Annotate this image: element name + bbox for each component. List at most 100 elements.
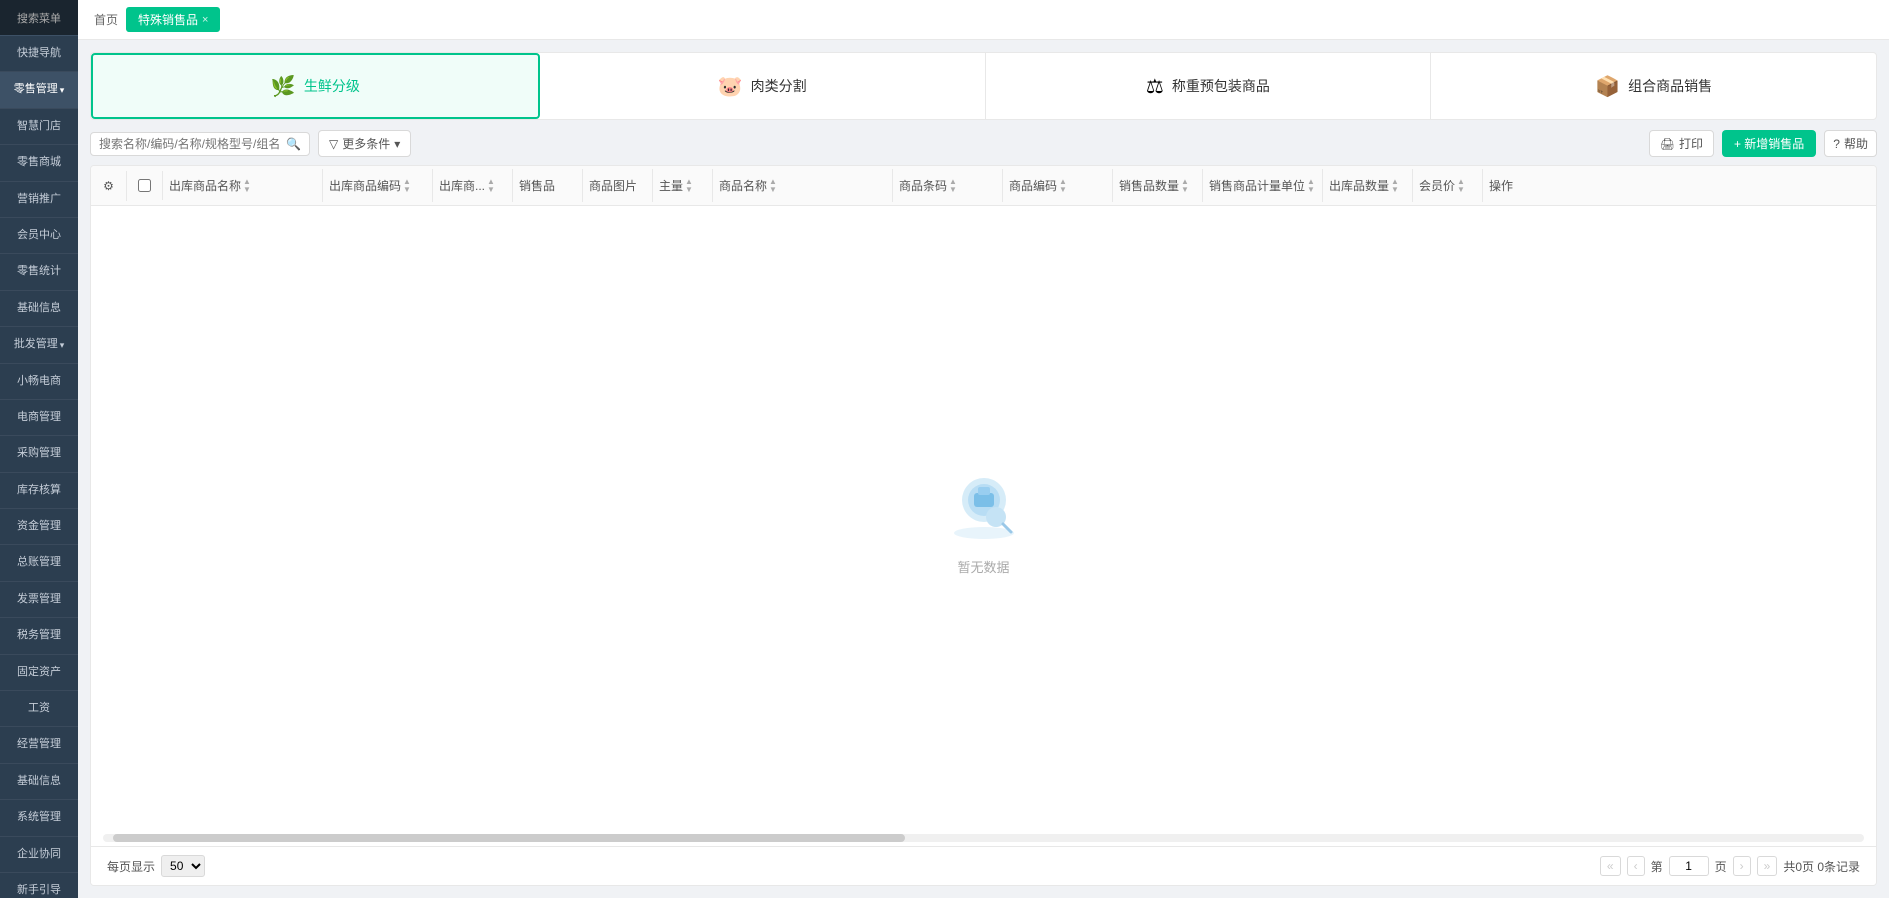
sidebar-item-quick-nav[interactable]: 快捷导航 bbox=[0, 36, 78, 72]
th-product-barcode: 商品条码 ▲▼ bbox=[893, 169, 1003, 202]
search-input[interactable] bbox=[99, 137, 282, 151]
empty-data-icon bbox=[944, 465, 1024, 545]
sidebar-item-retail-mall[interactable]: 零售商城 bbox=[0, 145, 78, 181]
category-tab-combo-product[interactable]: 📦 组合商品销售 bbox=[1431, 53, 1876, 119]
sidebar-item-label: 智慧门店 bbox=[17, 120, 61, 132]
sort-arrows-icon[interactable]: ▲▼ bbox=[685, 178, 693, 194]
print-button[interactable]: 🖨 打印 bbox=[1649, 130, 1714, 157]
empty-state: 暂无数据 bbox=[91, 206, 1876, 834]
pagination-right: « ‹ 第 页 › » 共0页 0条记录 bbox=[1600, 856, 1860, 876]
sidebar-item-label: 采购管理 bbox=[17, 447, 61, 459]
sort-arrows-icon[interactable]: ▲▼ bbox=[769, 178, 777, 194]
combo-product-icon: 📦 bbox=[1595, 74, 1620, 99]
search-icon: 🔍 bbox=[286, 137, 301, 151]
add-sales-product-button[interactable]: + 新增销售品 bbox=[1722, 130, 1816, 157]
sidebar-item-retail-stats[interactable]: 零售统计 bbox=[0, 254, 78, 290]
sidebar-item-mini-ecom[interactable]: 小畅电商 bbox=[0, 364, 78, 400]
th-main: 主量 ▲▼ bbox=[653, 169, 713, 202]
th-member-price: 会员价 ▲▼ bbox=[1413, 169, 1483, 202]
sort-arrows-icon[interactable]: ▲▼ bbox=[1307, 178, 1315, 194]
sidebar-item-fixed-assets[interactable]: 固定资产 bbox=[0, 655, 78, 691]
print-icon: 🖨 bbox=[1660, 137, 1675, 151]
sort-arrows-icon[interactable]: ▲▼ bbox=[487, 178, 495, 194]
next-page-button[interactable]: › bbox=[1733, 856, 1751, 876]
th-sale-product: 销售品 bbox=[513, 169, 583, 202]
sidebar-item-member-center[interactable]: 会员中心 bbox=[0, 218, 78, 254]
th-operation: 操作 bbox=[1483, 169, 1543, 202]
sidebar-item-label: 发票管理 bbox=[17, 593, 61, 605]
special-sales-tab[interactable]: 特殊销售品 × bbox=[126, 7, 220, 32]
th-out-product-code: 出库商品编码 ▲▼ bbox=[323, 169, 433, 202]
sidebar-item-label: 企业协同 bbox=[17, 848, 61, 860]
topbar: 首页 特殊销售品 × bbox=[78, 0, 1889, 40]
sort-arrows-icon[interactable]: ▲▼ bbox=[1457, 178, 1465, 194]
page-size-label: 每页显示 bbox=[107, 858, 155, 875]
first-page-button[interactable]: « bbox=[1600, 856, 1621, 876]
sort-arrows-icon[interactable]: ▲▼ bbox=[243, 178, 251, 194]
sidebar-item-label: 快捷导航 bbox=[17, 47, 61, 59]
toolbar-right: 🖨 打印 + 新增销售品 ? 帮助 bbox=[1649, 130, 1877, 157]
sidebar-logo[interactable]: 搜索菜单 bbox=[0, 0, 78, 36]
sidebar-item-inventory[interactable]: 库存核算 bbox=[0, 473, 78, 509]
sidebar-item-enterprise[interactable]: 企业协同 bbox=[0, 837, 78, 873]
sidebar-item-finance[interactable]: 资金管理 bbox=[0, 509, 78, 545]
horizontal-scrollbar[interactable] bbox=[103, 834, 1864, 842]
last-page-button[interactable]: » bbox=[1757, 856, 1778, 876]
sidebar-item-label: 基础信息 bbox=[17, 775, 61, 787]
sidebar-item-label: 零售商城 bbox=[17, 156, 61, 168]
sidebar-item-invoice-mgmt[interactable]: 发票管理 bbox=[0, 582, 78, 618]
sort-arrows-icon[interactable]: ▲▼ bbox=[1181, 178, 1189, 194]
sidebar-item-label: 系统管理 bbox=[17, 811, 61, 823]
home-breadcrumb[interactable]: 首页 bbox=[94, 11, 118, 28]
sidebar-item-salary[interactable]: 工资 bbox=[0, 691, 78, 727]
sidebar-item-marketing[interactable]: 营销推广 bbox=[0, 182, 78, 218]
sort-arrows-icon[interactable]: ▲▼ bbox=[949, 178, 957, 194]
sidebar-item-label: 电商管理 bbox=[17, 411, 61, 423]
th-settings[interactable]: ⚙ bbox=[91, 171, 127, 201]
sidebar: 搜索菜单 快捷导航 零售管理 ▾ 智慧门店 零售商城 营销推广 会员中心 零售统… bbox=[0, 0, 78, 898]
fresh-grade-label: 生鲜分级 bbox=[304, 76, 360, 96]
th-out-qty: 出库品数量 ▲▼ bbox=[1323, 169, 1413, 202]
category-tab-weight-package[interactable]: ⚖ 称重预包装商品 bbox=[986, 53, 1432, 119]
sidebar-item-sys-mgmt[interactable]: 系统管理 bbox=[0, 800, 78, 836]
sidebar-item-ecom-mgmt[interactable]: 电商管理 bbox=[0, 400, 78, 436]
sidebar-item-retail-mgmt[interactable]: 零售管理 ▾ bbox=[0, 72, 78, 108]
page-content: 🌿 生鲜分级 🐷 肉类分割 ⚖ 称重预包装商品 📦 组合商品销售 🔍 bbox=[78, 40, 1889, 898]
page-number-input[interactable] bbox=[1669, 856, 1709, 876]
sidebar-item-tax-mgmt[interactable]: 税务管理 bbox=[0, 618, 78, 654]
sidebar-item-label: 小畅电商 bbox=[17, 375, 61, 387]
sidebar-item-purchase-mgmt[interactable]: 采购管理 bbox=[0, 436, 78, 472]
empty-text: 暂无数据 bbox=[957, 557, 1009, 576]
sort-arrows-icon[interactable]: ▲▼ bbox=[403, 178, 411, 194]
sidebar-item-wholesale-mgmt[interactable]: 批发管理 ▾ bbox=[0, 327, 78, 363]
close-icon[interactable]: × bbox=[202, 14, 208, 26]
select-all-checkbox[interactable] bbox=[138, 179, 151, 192]
sort-arrows-icon[interactable]: ▲▼ bbox=[1391, 178, 1399, 194]
sidebar-item-smart-store[interactable]: 智慧门店 bbox=[0, 109, 78, 145]
prev-page-button[interactable]: ‹ bbox=[1627, 856, 1645, 876]
sidebar-item-business-mgmt[interactable]: 经营管理 bbox=[0, 727, 78, 763]
page-label: 第 bbox=[1651, 858, 1663, 875]
help-button[interactable]: ? 帮助 bbox=[1824, 130, 1877, 157]
page-size-select[interactable]: 50 bbox=[161, 855, 205, 877]
category-tab-meat-cut[interactable]: 🐷 肉类分割 bbox=[540, 53, 986, 119]
th-product-image: 商品图片 bbox=[583, 169, 653, 202]
toolbar-left: 🔍 ▽ 更多条件 ▾ bbox=[90, 130, 411, 157]
search-box[interactable]: 🔍 bbox=[90, 132, 310, 156]
sidebar-item-newbie[interactable]: 新手引导 bbox=[0, 873, 78, 898]
main-area: 首页 特殊销售品 × 🌿 生鲜分级 🐷 肉类分割 ⚖ 称重预包装商品 📦 组合商… bbox=[78, 0, 1889, 898]
table-header: ⚙ 出库商品名称 ▲▼ 出库商品编码 ▲▼ 出库商... ▲▼ bbox=[91, 166, 1876, 206]
sort-arrows-icon[interactable]: ▲▼ bbox=[1059, 178, 1067, 194]
sidebar-item-label: 零售统计 bbox=[17, 265, 61, 277]
sidebar-item-basic-info[interactable]: 基础信息 bbox=[0, 291, 78, 327]
total-info: 共0页 0条记录 bbox=[1783, 858, 1860, 875]
category-tab-fresh-grade[interactable]: 🌿 生鲜分级 bbox=[91, 53, 540, 119]
sidebar-item-general-ledger[interactable]: 总账管理 bbox=[0, 545, 78, 581]
sidebar-item-label: 零售管理 bbox=[14, 82, 58, 97]
sidebar-item-base-info2[interactable]: 基础信息 bbox=[0, 764, 78, 800]
sidebar-item-label: 总账管理 bbox=[17, 556, 61, 568]
scroll-thumb[interactable] bbox=[113, 834, 905, 842]
filter-button[interactable]: ▽ 更多条件 ▾ bbox=[318, 130, 411, 157]
th-sale-qty: 销售品数量 ▲▼ bbox=[1113, 169, 1203, 202]
th-checkbox[interactable] bbox=[127, 171, 163, 200]
